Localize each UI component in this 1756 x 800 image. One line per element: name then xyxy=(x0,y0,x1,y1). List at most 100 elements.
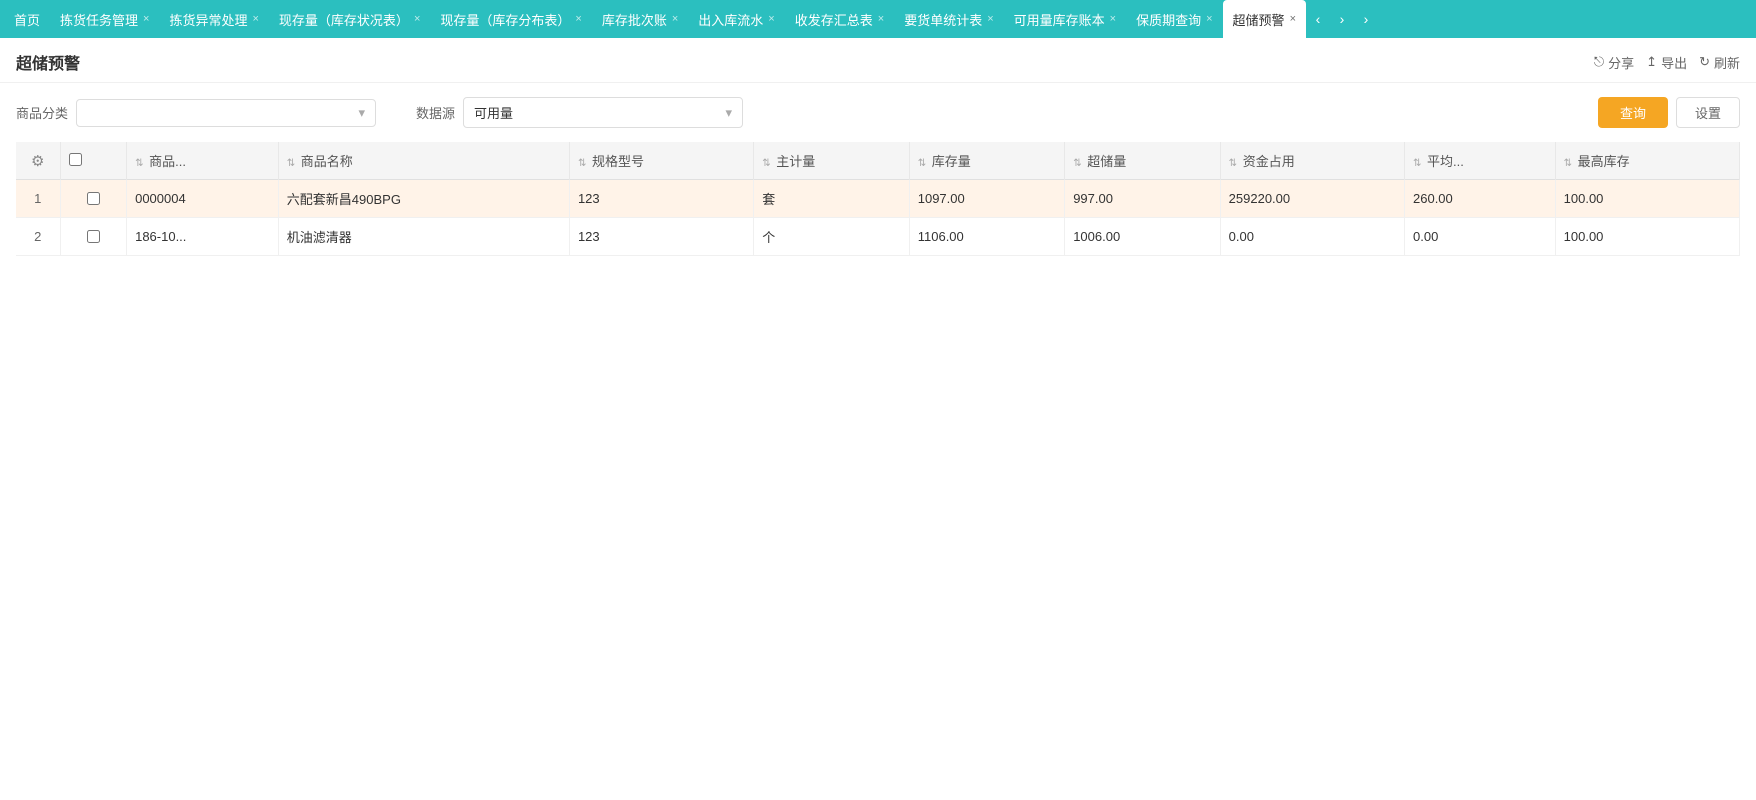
nav-inventory-status[interactable]: 现存量（库存状况表） × xyxy=(269,0,430,38)
col-checkbox xyxy=(60,142,127,180)
col-max-stock[interactable]: ⇅ 最高库存 xyxy=(1555,142,1739,180)
row-unit: 个 xyxy=(754,218,909,256)
sort-icon-capital: ⇅ xyxy=(1229,158,1237,169)
sort-icon-avg: ⇅ xyxy=(1413,158,1421,169)
sort-icon-unit: ⇅ xyxy=(762,158,770,169)
refresh-button[interactable]: ↻ 刷新 xyxy=(1699,53,1740,72)
row-product-name: 六配套新昌490BPG xyxy=(278,180,569,218)
nav-inventory-dist[interactable]: 现存量（库存分布表） × xyxy=(430,0,591,38)
col-avg[interactable]: ⇅ 平均... xyxy=(1405,142,1556,180)
sort-icon-product-name: ⇅ xyxy=(287,158,295,169)
nav-batch-account[interactable]: 库存批次账 × xyxy=(592,0,688,38)
nav-order-stats[interactable]: 要货单统计表 × xyxy=(894,0,1003,38)
top-navigation: 首页 拣货任务管理 × 拣货异常处理 × 现存量（库存状况表） × 现存量（库存… xyxy=(0,0,1756,38)
row-spec: 123 xyxy=(569,180,753,218)
nav-prev-arrow[interactable]: ‹ xyxy=(1306,0,1330,38)
row-capital: 0.00 xyxy=(1220,218,1404,256)
row-max-stock: 100.00 xyxy=(1555,218,1739,256)
col-stock[interactable]: ⇅ 库存量 xyxy=(909,142,1064,180)
nav-inout-flow[interactable]: 出入库流水 × xyxy=(688,0,784,38)
row-overstock: 1006.00 xyxy=(1065,218,1220,256)
row-overstock: 997.00 xyxy=(1065,180,1220,218)
sort-icon-stock: ⇅ xyxy=(918,158,926,169)
nav-close-quality-period[interactable]: × xyxy=(1206,13,1212,25)
col-product-name[interactable]: ⇅ 商品名称 xyxy=(278,142,569,180)
row-capital: 259220.00 xyxy=(1220,180,1404,218)
col-overstock[interactable]: ⇅ 超储量 xyxy=(1065,142,1220,180)
row-stock: 1106.00 xyxy=(909,218,1064,256)
datasource-dropdown-arrow: ▾ xyxy=(726,105,733,121)
row-max-stock: 100.00 xyxy=(1555,180,1739,218)
query-button[interactable]: 查询 xyxy=(1598,97,1668,128)
table-row: 1 0000004 六配套新昌490BPG 123 套 1097.00 997.… xyxy=(16,180,1740,218)
row-stock: 1097.00 xyxy=(909,180,1064,218)
table-row: 2 186-10... 机油滤清器 123 个 1106.00 1006.00 … xyxy=(16,218,1740,256)
table-header-row: ⚙ ⇅ 商品... ⇅ 商品名称 ⇅ 规格型号 ⇅ xyxy=(16,142,1740,180)
nav-close-task-mgmt[interactable]: × xyxy=(143,13,149,25)
row-num-cell: 1 xyxy=(16,180,60,218)
row-product-name: 机油滤清器 xyxy=(278,218,569,256)
table-container: ⚙ ⇅ 商品... ⇅ 商品名称 ⇅ 规格型号 ⇅ xyxy=(0,142,1756,256)
select-all-checkbox[interactable] xyxy=(69,153,82,166)
nav-next-arrow[interactable]: › xyxy=(1330,0,1354,38)
export-button[interactable]: ↥ 导出 xyxy=(1646,53,1687,72)
page-header: 超储预警 ⎋ 分享 ↥ 导出 ↻ 刷新 xyxy=(0,38,1756,83)
row-num-cell: 2 xyxy=(16,218,60,256)
share-button[interactable]: ⎋ 分享 xyxy=(1594,53,1634,72)
row-avg: 0.00 xyxy=(1405,218,1556,256)
nav-recv-summary[interactable]: 收发存汇总表 × xyxy=(785,0,894,38)
col-spec[interactable]: ⇅ 规格型号 xyxy=(569,142,753,180)
nav-quality-period[interactable]: 保质期查询 × xyxy=(1126,0,1222,38)
row-checkbox[interactable] xyxy=(87,230,100,243)
nav-close-recv-summary[interactable]: × xyxy=(878,13,884,25)
export-icon: ↥ xyxy=(1646,54,1657,70)
nav-close-order-stats[interactable]: × xyxy=(987,13,993,25)
col-gear: ⚙ xyxy=(16,142,60,180)
datasource-select-value: 可用量 xyxy=(474,103,513,122)
filter-area: 商品分类 ▾ 数据源 可用量 ▾ 查询 设置 xyxy=(0,83,1756,142)
col-product-code[interactable]: ⇅ 商品... xyxy=(127,142,279,180)
nav-close-available-stock[interactable]: × xyxy=(1110,13,1116,25)
data-table: ⚙ ⇅ 商品... ⇅ 商品名称 ⇅ 规格型号 ⇅ xyxy=(16,142,1740,256)
row-spec: 123 xyxy=(569,218,753,256)
page-title: 超储预警 xyxy=(16,50,80,74)
nav-more-arrow[interactable]: › xyxy=(1354,0,1378,38)
row-checkbox-cell xyxy=(60,180,127,218)
nav-close-batch-account[interactable]: × xyxy=(672,13,678,25)
category-select[interactable]: ▾ xyxy=(76,99,376,127)
row-avg: 260.00 xyxy=(1405,180,1556,218)
row-product-code: 0000004 xyxy=(127,180,279,218)
sort-icon-overstock: ⇅ xyxy=(1073,158,1081,169)
nav-close-inout-flow[interactable]: × xyxy=(768,13,774,25)
row-checkbox-cell xyxy=(60,218,127,256)
header-actions: ⎋ 分享 ↥ 导出 ↻ 刷新 xyxy=(1594,53,1740,72)
share-icon: ⎋ xyxy=(1594,54,1604,70)
category-filter-group: 商品分类 ▾ xyxy=(16,99,376,127)
table-body: 1 0000004 六配套新昌490BPG 123 套 1097.00 997.… xyxy=(16,180,1740,256)
category-dropdown-arrow: ▾ xyxy=(358,105,365,121)
refresh-icon: ↻ xyxy=(1699,54,1710,70)
category-label: 商品分类 xyxy=(16,103,68,122)
row-product-code: 186-10... xyxy=(127,218,279,256)
nav-close-inventory-dist[interactable]: × xyxy=(575,13,581,25)
nav-close-exception[interactable]: × xyxy=(252,13,258,25)
nav-home[interactable]: 首页 xyxy=(4,0,50,38)
datasource-label: 数据源 xyxy=(416,103,455,122)
filter-actions: 查询 设置 xyxy=(1598,97,1740,128)
datasource-select[interactable]: 可用量 ▾ xyxy=(463,97,743,128)
nav-task-mgmt[interactable]: 拣货任务管理 × xyxy=(50,0,159,38)
col-unit[interactable]: ⇅ 主计量 xyxy=(754,142,909,180)
nav-close-inventory-status[interactable]: × xyxy=(414,13,420,25)
col-capital[interactable]: ⇅ 资金占用 xyxy=(1220,142,1404,180)
nav-close-overstock-warning[interactable]: × xyxy=(1290,13,1296,25)
nav-exception[interactable]: 拣货异常处理 × xyxy=(159,0,268,38)
settings-button[interactable]: 设置 xyxy=(1676,97,1740,128)
sort-icon-product-code: ⇅ xyxy=(135,158,143,169)
row-checkbox[interactable] xyxy=(87,192,100,205)
sort-icon-spec: ⇅ xyxy=(578,158,586,169)
gear-settings-icon[interactable]: ⚙ xyxy=(31,153,44,170)
nav-available-stock[interactable]: 可用量库存账本 × xyxy=(1004,0,1126,38)
row-unit: 套 xyxy=(754,180,909,218)
nav-overstock-warning[interactable]: 超储预警 × xyxy=(1223,0,1306,38)
sort-icon-max-stock: ⇅ xyxy=(1564,158,1572,169)
